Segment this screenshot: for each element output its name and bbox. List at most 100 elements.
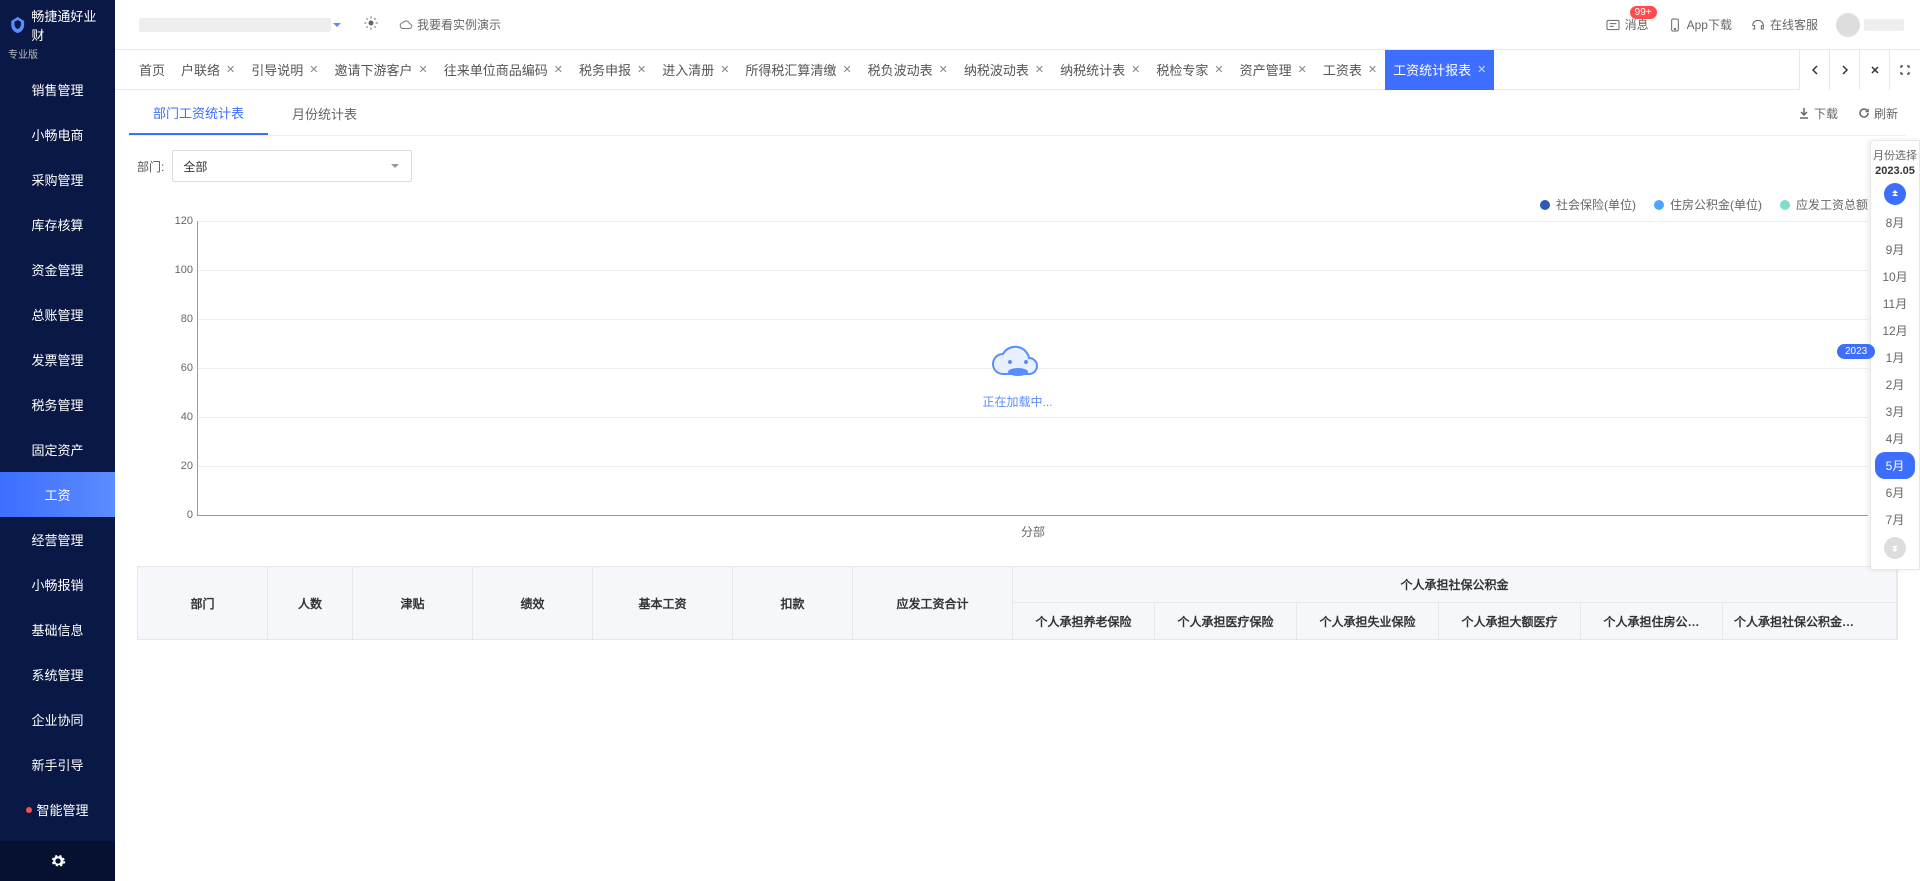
download-button[interactable]: 下载 (1798, 105, 1838, 122)
table-header-group-children: 个人承担养老保险个人承担医疗保险个人承担失业保险个人承担大额医疗个人承担住房公…… (1013, 603, 1896, 639)
tab-scroll-right[interactable] (1830, 50, 1860, 90)
tab-close-icon[interactable]: ✕ (720, 63, 729, 76)
tab-2[interactable]: 引导说明 ✕ (243, 50, 326, 90)
tab-close-icon[interactable]: ✕ (1214, 63, 1223, 76)
tab-10[interactable]: 纳税统计表 ✕ (1052, 50, 1148, 90)
gear-icon (50, 853, 66, 869)
sidebar-item-6[interactable]: 发票管理 (0, 337, 115, 382)
notification-dot (26, 807, 32, 813)
user-menu[interactable] (1836, 13, 1904, 37)
tab-close-icon[interactable]: ✕ (842, 63, 851, 76)
sidebar-item-0[interactable]: 销售管理 (0, 67, 115, 112)
legend-item[interactable]: 应发工资总额 (1780, 196, 1868, 213)
tab-5[interactable]: 税务申报✕ (571, 50, 654, 90)
tab-close-icon[interactable]: ✕ (1298, 63, 1307, 76)
fullscreen-button[interactable] (1890, 50, 1920, 90)
sidebar-item-15[interactable]: 新手引导 (0, 742, 115, 787)
demo-link[interactable]: 我要看实例演示 (399, 16, 501, 33)
customer-service-button[interactable]: 在线客服 (1750, 16, 1818, 33)
month-option[interactable]: 9月 (1875, 236, 1915, 263)
sidebar-item-label: 新手引导 (31, 755, 83, 774)
sidebar-item-14[interactable]: 企业协同 (0, 697, 115, 742)
sidebar-settings-button[interactable] (0, 841, 115, 881)
tab-close-icon[interactable]: ✕ (309, 63, 318, 76)
loading-text: 正在加载中... (982, 393, 1052, 410)
month-panel: 月份选择 2023.05 8月9月10月11月12月20231月2月3月4月5月… (1870, 140, 1920, 570)
sidebar-item-3[interactable]: 库存核算 (0, 202, 115, 247)
tab-close-icon[interactable]: ✕ (226, 63, 235, 76)
filter-label: 部门: (137, 158, 164, 175)
sidebar-item-8[interactable]: 固定资产 (0, 427, 115, 472)
legend-item[interactable]: 社会保险(单位) (1540, 196, 1636, 213)
tab-1[interactable]: 户联络✕ (173, 50, 243, 90)
month-option[interactable]: 3月 (1875, 398, 1915, 425)
tab-close-all[interactable] (1860, 50, 1890, 90)
month-option[interactable]: 11月 (1875, 290, 1915, 317)
tab-close-icon[interactable]: ✕ (1368, 63, 1377, 76)
app-download-button[interactable]: App下载 (1667, 16, 1732, 33)
sidebar-item-1[interactable]: 小畅电商 (0, 112, 115, 157)
topbar-settings-button[interactable] (363, 15, 379, 34)
tab-12[interactable]: 资产管理✕ (1232, 50, 1315, 90)
sidebar-item-label: 总账管理 (31, 305, 83, 324)
month-option[interactable]: 5月 (1875, 452, 1915, 479)
tab-11[interactable]: 税检专家✕ (1148, 50, 1231, 90)
refresh-button[interactable]: 刷新 (1858, 105, 1898, 122)
tab-label: 所得税汇算清缴 (745, 60, 836, 79)
tab-8[interactable]: 税负波动表✕ (860, 50, 956, 90)
chevron-right-icon (1840, 65, 1850, 75)
month-option[interactable]: 1月 (1875, 344, 1915, 371)
sidebar-item-16[interactable]: 智能管理 (0, 787, 115, 832)
department-select[interactable]: 全部 (172, 150, 412, 182)
tab-close-icon[interactable]: ✕ (554, 63, 563, 76)
chevron-down-icon (389, 160, 401, 172)
tab-13[interactable]: 工资表✕ (1315, 50, 1385, 90)
month-scroll-down[interactable] (1884, 537, 1906, 559)
sidebar-item-label: 企业协同 (31, 710, 83, 729)
sidebar-item-11[interactable]: 小畅报销 (0, 562, 115, 607)
subtab-1[interactable]: 月份统计表 (268, 91, 381, 135)
sidebar-item-4[interactable]: 资金管理 (0, 247, 115, 292)
avatar (1836, 13, 1860, 37)
sidebar-item-12[interactable]: 基础信息 (0, 607, 115, 652)
tab-close-icon[interactable]: ✕ (419, 63, 428, 76)
legend-item[interactable]: 住房公积金(单位) (1654, 196, 1762, 213)
tab-close-icon[interactable]: ✕ (637, 63, 646, 76)
tab-3[interactable]: 邀请下游客户 ✕ (326, 50, 435, 90)
sidebar-item-9[interactable]: 工资 (0, 472, 115, 517)
month-option[interactable]: 4月 (1875, 425, 1915, 452)
month-option[interactable]: 7月 (1875, 506, 1915, 533)
tab-4[interactable]: 往来单位商品编码✕ (436, 50, 571, 90)
brand-name: 畅捷通好业财 (31, 6, 107, 44)
month-option[interactable]: 10月 (1875, 263, 1915, 290)
tab-close-icon[interactable]: ✕ (939, 63, 948, 76)
tab-label: 纳税统计表 (1060, 60, 1125, 79)
subtab-0[interactable]: 部门工资统计表 (129, 91, 268, 135)
messages-button[interactable]: 消息 99+ (1605, 16, 1649, 33)
tab-9[interactable]: 纳税波动表✕ (956, 50, 1052, 90)
y-tick-label: 60 (163, 362, 193, 374)
month-option[interactable]: 6月 (1875, 479, 1915, 506)
sidebar-item-2[interactable]: 采购管理 (0, 157, 115, 202)
tab-7[interactable]: 所得税汇算清缴 ✕ (737, 50, 859, 90)
month-option[interactable]: 8月 (1875, 209, 1915, 236)
tab-label: 引导说明 (251, 60, 303, 79)
tab-14[interactable]: 工资统计报表✕ (1385, 50, 1494, 90)
month-option[interactable]: 12月 (1875, 317, 1915, 344)
tab-6[interactable]: 进入清册✕ (654, 50, 737, 90)
tab-label: 邀请下游客户 (334, 60, 412, 79)
tab-close-icon[interactable]: ✕ (1035, 63, 1044, 76)
month-option[interactable]: 2月 (1875, 371, 1915, 398)
month-scroll-up[interactable] (1884, 183, 1906, 205)
sidebar-item-5[interactable]: 总账管理 (0, 292, 115, 337)
tab-close-icon[interactable]: ✕ (1477, 63, 1486, 76)
sidebar-item-10[interactable]: 经营管理 (0, 517, 115, 562)
tab-scroll-left[interactable] (1800, 50, 1830, 90)
tab-0[interactable]: 首页 (131, 50, 173, 90)
tab-close-icon[interactable]: ✕ (1131, 63, 1140, 76)
sidebar-item-13[interactable]: 系统管理 (0, 652, 115, 697)
legend-dot (1654, 200, 1664, 210)
subtab-actions: 下载 刷新 (1798, 91, 1906, 135)
org-selector[interactable] (131, 9, 351, 41)
sidebar-item-7[interactable]: 税务管理 (0, 382, 115, 427)
